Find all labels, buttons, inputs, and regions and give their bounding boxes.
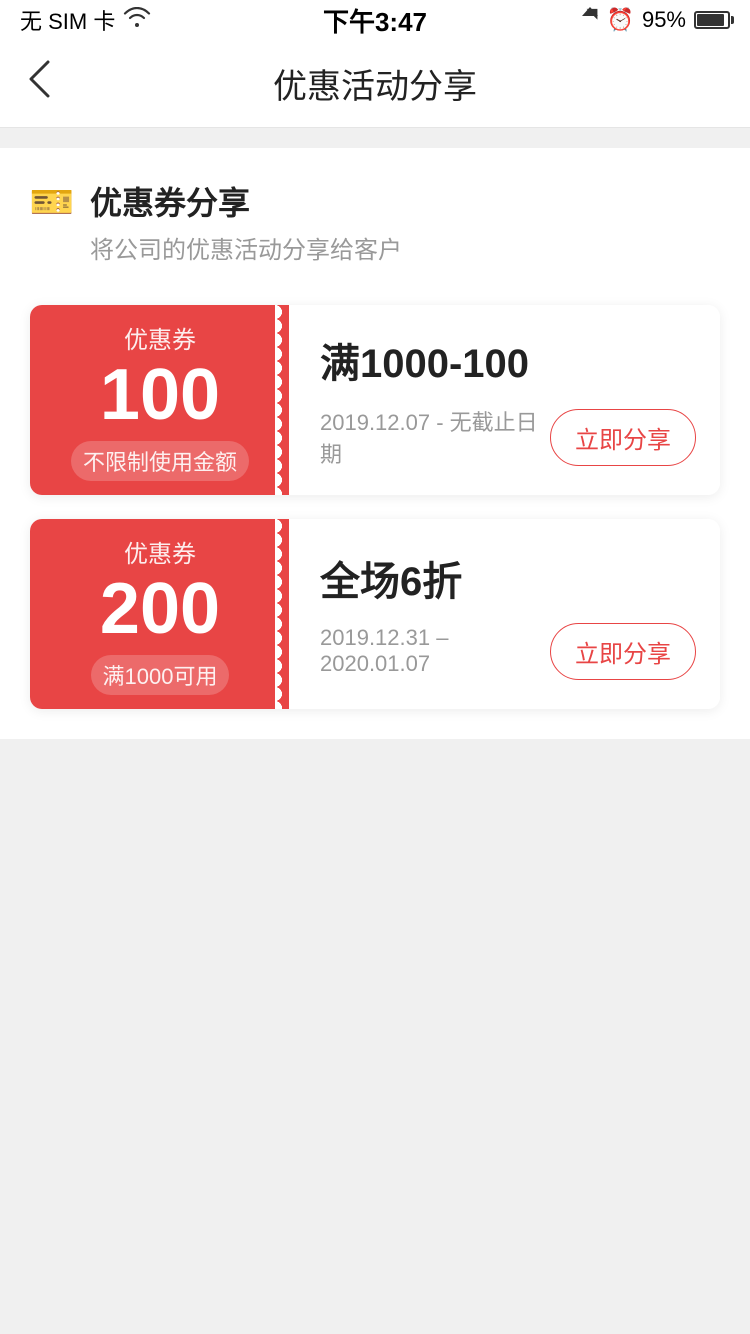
coupon-condition-1: 不限制使用金额 <box>71 441 249 481</box>
coupon-left-2: 优惠券 200 满1000可用 <box>30 519 290 709</box>
nav-bar: 优惠活动分享 <box>0 40 750 128</box>
coupon-name-2: 全场6折 <box>320 549 696 607</box>
section-subtitle: 将公司的优惠活动分享给客户 <box>90 230 402 265</box>
coupon-date-1: 2019.12.07 - 无截止日期 <box>320 405 538 469</box>
coupon-label-1: 优惠券 <box>124 320 196 355</box>
status-left: 无 SIM 卡 <box>20 4 151 36</box>
status-bar: 无 SIM 卡 下午3:47 ⏰ 95% <box>0 0 750 40</box>
page-title: 优惠活动分享 <box>273 59 477 108</box>
coupon-share-btn-2[interactable]: 立即分享 <box>550 623 696 680</box>
coupon-list: 优惠券 100 不限制使用金额 满1000-100 2019.12.07 - 无… <box>0 285 750 739</box>
section-title: 优惠券分享 <box>90 178 402 224</box>
coupon-value-2: 200 <box>100 573 220 645</box>
battery-icon <box>694 11 730 29</box>
coupon-name-1: 满1000-100 <box>320 331 696 389</box>
location-icon <box>581 6 599 34</box>
coupon-left-1: 优惠券 100 不限制使用金额 <box>30 305 290 495</box>
coupon-date-2: 2019.12.31 – 2020.01.07 <box>320 625 538 677</box>
section-text-group: 优惠券分享 将公司的优惠活动分享给客户 <box>90 178 402 265</box>
coupon-share-btn-1[interactable]: 立即分享 <box>550 409 696 466</box>
coupon-label-2: 优惠券 <box>124 534 196 569</box>
coupon-meta-1: 2019.12.07 - 无截止日期 立即分享 <box>320 405 696 469</box>
section-header: 🎫 优惠券分享 将公司的优惠活动分享给客户 <box>0 148 750 285</box>
section-divider-top <box>0 128 750 148</box>
alarm-icon: ⏰ <box>607 7 634 33</box>
status-time: 下午3:47 <box>323 2 427 39</box>
coupon-condition-2: 满1000可用 <box>91 655 230 695</box>
carrier-text: 无 SIM 卡 <box>20 4 115 36</box>
back-button[interactable] <box>28 60 50 107</box>
battery-pct: 95% <box>642 7 686 33</box>
coupon-section-icon: 🎫 <box>30 180 74 224</box>
coupon-meta-2: 2019.12.31 – 2020.01.07 立即分享 <box>320 623 696 680</box>
coupon-card-1: 优惠券 100 不限制使用金额 满1000-100 2019.12.07 - 无… <box>30 305 720 495</box>
bottom-area <box>0 739 750 1239</box>
coupon-card-2: 优惠券 200 满1000可用 全场6折 2019.12.31 – 2020.0… <box>30 519 720 709</box>
wifi-icon <box>123 7 151 33</box>
coupon-right-1: 满1000-100 2019.12.07 - 无截止日期 立即分享 <box>290 305 720 495</box>
status-right: ⏰ 95% <box>581 6 730 34</box>
coupon-value-1: 100 <box>100 359 220 431</box>
coupon-right-2: 全场6折 2019.12.31 – 2020.01.07 立即分享 <box>290 519 720 709</box>
